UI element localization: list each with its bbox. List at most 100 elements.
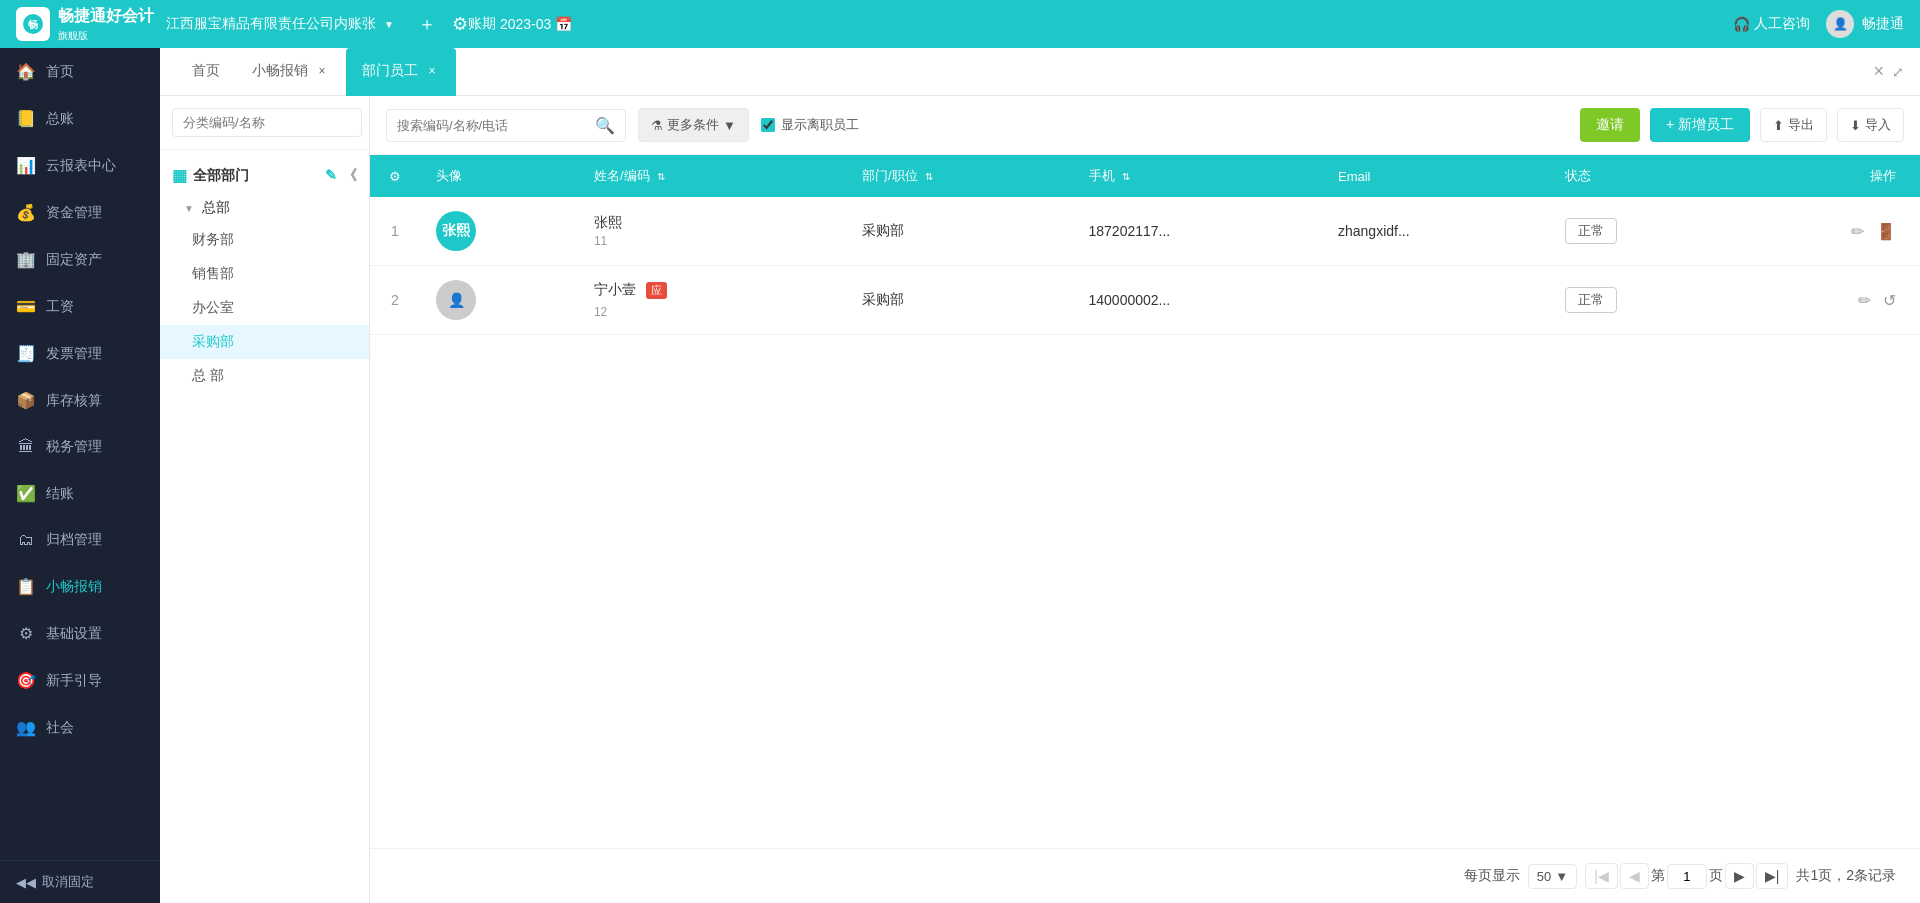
add-button[interactable]: ＋	[418, 12, 436, 36]
group-arrow-icon: ▼	[184, 203, 194, 214]
export-icon: ⬆	[1773, 118, 1784, 133]
sidebar-item-archive[interactable]: 🗂 归档管理	[0, 517, 160, 563]
home-icon: 🏠	[16, 62, 36, 81]
sidebar-item-home[interactable]: 🏠 首页	[0, 48, 160, 95]
toolbar-right: 邀请 + 新增员工 ⬆ 导出 ⬇ 导入	[1580, 108, 1904, 142]
invite-button[interactable]: 邀请	[1580, 108, 1640, 142]
sidebar-item-reports[interactable]: 📊 云报表中心	[0, 142, 160, 189]
edit-employee-2-icon[interactable]: ✏	[1858, 291, 1871, 310]
dept-item-general[interactable]: 总 部	[160, 359, 369, 393]
tab-department-close-icon[interactable]: ×	[424, 63, 440, 79]
user-info[interactable]: 👤 畅捷通	[1826, 10, 1904, 38]
sidebar-item-invoice[interactable]: 🧾 发票管理	[0, 330, 160, 377]
user-name: 畅捷通	[1862, 15, 1904, 33]
expense-icon: 📋	[16, 577, 36, 596]
sidebar-item-ledger[interactable]: 📒 总账	[0, 95, 160, 142]
prev-page-button[interactable]: ◀	[1620, 863, 1649, 889]
tab-expense[interactable]: 小畅报销 ×	[236, 48, 346, 96]
cell-action-1: ✏ 🚪	[1734, 197, 1921, 266]
settings-button[interactable]: ⚙	[452, 13, 468, 35]
th-dept-pos[interactable]: 部门/职位 ⇅	[846, 155, 1072, 197]
all-departments-label: 全部部门	[193, 167, 249, 185]
basic-settings-icon: ⚙	[16, 624, 36, 643]
sidebar-item-expense[interactable]: 📋 小畅报销	[0, 563, 160, 610]
show-resigned-checkbox[interactable]	[761, 118, 775, 132]
window-maximize-icon[interactable]: ⤢	[1892, 64, 1904, 80]
show-resigned-wrap[interactable]: 显示离职员工	[761, 116, 859, 134]
dept-search-input[interactable]	[172, 108, 362, 137]
filter-button[interactable]: ⚗ 更多条件 ▼	[638, 108, 749, 142]
calendar-icon[interactable]: 📅	[555, 16, 572, 32]
company-arrow-icon: ▼	[384, 19, 394, 30]
next-page-button[interactable]: ▶	[1725, 863, 1754, 889]
sidebar-item-funds[interactable]: 💰 资金管理	[0, 189, 160, 236]
dept-item-finance[interactable]: 财务部	[160, 223, 369, 257]
dept-purchase-label: 采购部	[192, 333, 234, 349]
employee-table-wrap: ⚙ 头像 姓名/编码 ⇅ 部门/职位 ⇅ 手机 ⇅	[370, 155, 1920, 848]
filter-arrow-icon: ▼	[723, 118, 736, 133]
th-name-code[interactable]: 姓名/编码 ⇅	[578, 155, 846, 197]
cell-status-2: 正常	[1549, 266, 1733, 335]
page-size-select[interactable]: 50 ▼	[1528, 864, 1577, 889]
cell-name-2: 宁小壹 应 12	[578, 266, 846, 335]
dept-general-label: 总 部	[192, 367, 224, 383]
service-button[interactable]: 🎧 人工咨询	[1733, 15, 1810, 33]
collapse-icon[interactable]: 《	[343, 167, 357, 185]
sidebar-label-salary: 工资	[46, 298, 74, 316]
dept-item-purchase[interactable]: 采购部	[160, 325, 369, 359]
sidebar-item-salary[interactable]: 💳 工资	[0, 283, 160, 330]
tab-department[interactable]: 部门员工 ×	[346, 48, 456, 96]
import-icon: ⬇	[1850, 118, 1861, 133]
per-page-arrow-icon: ▼	[1555, 869, 1568, 884]
dept-group-headquarters[interactable]: ▼ 总部	[160, 193, 369, 223]
filter-label: 更多条件	[667, 116, 719, 134]
header-actions: ＋ ⚙	[418, 12, 468, 36]
funds-icon: 💰	[16, 203, 36, 222]
invoice-icon: 🧾	[16, 344, 36, 363]
sidebar-item-guide[interactable]: 🎯 新手引导	[0, 657, 160, 704]
refresh-employee-2-icon[interactable]: ↺	[1883, 291, 1896, 310]
add-employee-label: + 新增员工	[1666, 116, 1734, 134]
left-panel: 🔍 ▦ 全部部门 ✎ 《 ▼	[160, 96, 370, 903]
header-right: 🎧 人工咨询 👤 畅捷通	[1733, 10, 1904, 38]
pin-icon: ◀◀	[16, 875, 36, 890]
total-records-label: 共1页，2条记录	[1796, 867, 1896, 885]
edit-employee-1-icon[interactable]: ✏	[1851, 222, 1864, 241]
inventory-icon: 📦	[16, 391, 36, 410]
sidebar-item-assets[interactable]: 🏢 固定资产	[0, 236, 160, 283]
th-phone[interactable]: 手机 ⇅	[1073, 155, 1323, 197]
all-departments-header[interactable]: ▦ 全部部门 ✎ 《	[160, 158, 369, 193]
export-button[interactable]: ⬆ 导出	[1760, 108, 1827, 142]
table-settings-icon[interactable]: ⚙	[389, 169, 401, 184]
cell-phone-2: 140000002...	[1073, 266, 1323, 335]
sidebar-label-home: 首页	[46, 63, 74, 81]
more-employee-1-icon[interactable]: 🚪	[1876, 222, 1896, 241]
first-page-button[interactable]: |◀	[1585, 863, 1618, 889]
sidebar-item-social[interactable]: 👥 社会	[0, 704, 160, 751]
tab-home[interactable]: 首页	[176, 48, 236, 96]
employee-search-input[interactable]	[397, 118, 589, 133]
unpin-button[interactable]: ◀◀ 取消固定	[0, 860, 160, 903]
sort-name-icon: ⇅	[657, 171, 665, 182]
page-number-input[interactable]	[1667, 864, 1707, 889]
sidebar-item-inventory[interactable]: 📦 库存核算	[0, 377, 160, 424]
dept-item-office[interactable]: 办公室	[160, 291, 369, 325]
company-selector[interactable]: 江西服宝精品有限责任公司内账张 ▼	[166, 15, 394, 33]
sidebar-label-archive: 归档管理	[46, 531, 102, 549]
search-employee-icon[interactable]: 🔍	[595, 116, 615, 135]
last-page-button[interactable]: ▶|	[1756, 863, 1789, 889]
user-avatar: 👤	[1826, 10, 1854, 38]
avatar-1: 张熙	[436, 211, 476, 251]
import-button[interactable]: ⬇ 导入	[1837, 108, 1904, 142]
dept-item-sales[interactable]: 销售部	[160, 257, 369, 291]
sort-phone-icon: ⇅	[1122, 171, 1130, 182]
sidebar-item-tax[interactable]: 🏛 税务管理	[0, 424, 160, 470]
sidebar-item-basic[interactable]: ⚙ 基础设置	[0, 610, 160, 657]
tab-expense-close-icon[interactable]: ×	[314, 63, 330, 79]
cell-phone-1: 187202117...	[1073, 197, 1323, 266]
edit-dept-icon[interactable]: ✎	[325, 167, 337, 185]
window-close-icon[interactable]: ×	[1873, 61, 1884, 82]
add-employee-button[interactable]: + 新增员工	[1650, 108, 1750, 142]
sidebar-label-tax: 税务管理	[46, 438, 102, 456]
sidebar-item-close[interactable]: ✅ 结账	[0, 470, 160, 517]
